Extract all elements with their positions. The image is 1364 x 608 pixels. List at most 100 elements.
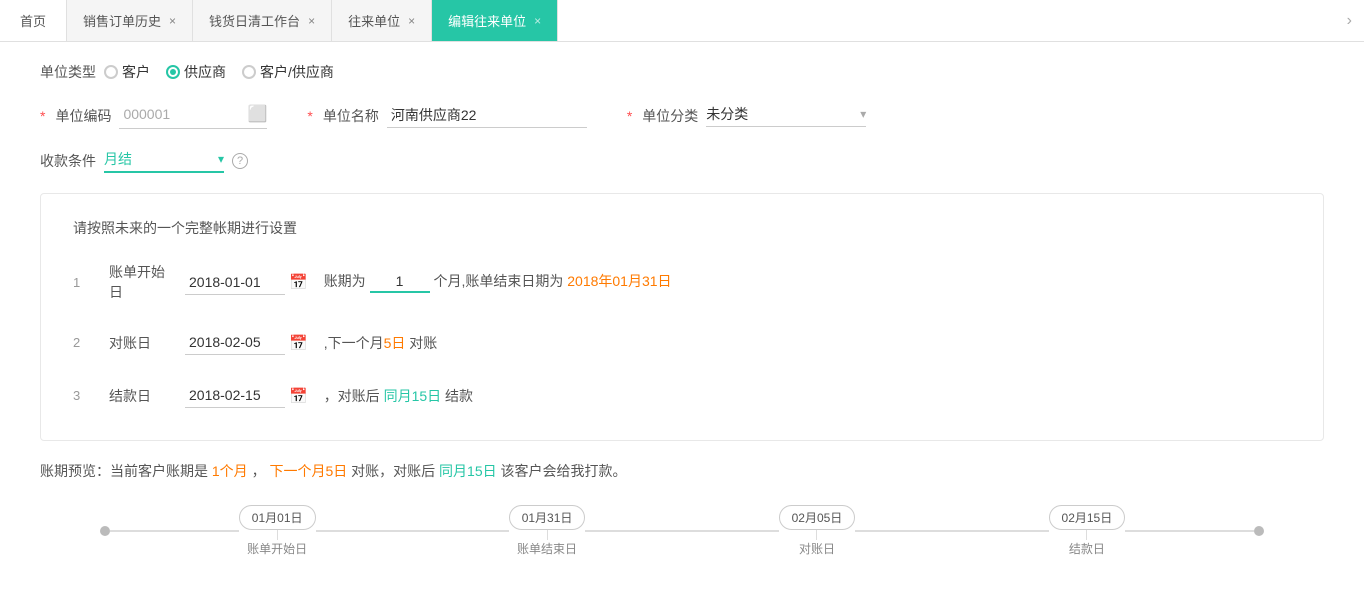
timeline-badge-2: 01月31日: [509, 505, 586, 530]
unit-code-copy-icon[interactable]: ⬜: [247, 104, 267, 124]
unit-category-label: 单位分类: [642, 106, 698, 126]
period-label-3: 结款日: [109, 386, 169, 406]
timeline-node-4: 02月15日 结款日: [1049, 505, 1126, 557]
unit-type-label: 单位类型: [40, 62, 96, 82]
timeline-badge-3: 02月05日: [779, 505, 856, 530]
period-preview-sep1: ，: [252, 463, 266, 479]
period-title: 请按照未来的一个完整帐期进行设置: [73, 218, 1291, 238]
period-end-date: 2018年01月31日: [567, 273, 671, 289]
timeline-node-3-vert: [816, 530, 817, 540]
unit-category-field: * 单位分类 未分类 ▾: [627, 104, 866, 127]
radio-customer-label: 客户: [122, 62, 150, 82]
period-label-2: 对账日: [109, 333, 169, 353]
period-date-1-wrapper: 📅: [185, 270, 308, 295]
tab-sales-history-close[interactable]: ×: [169, 14, 176, 28]
unit-code-label: 单位编码: [55, 106, 111, 126]
period-preview-sep2: 对账，对账后: [351, 463, 439, 479]
unit-category-value: 未分类: [706, 104, 860, 124]
tab-sales-history-label: 销售订单历史: [83, 11, 161, 30]
radio-both-label: 客户/供应商: [260, 62, 334, 82]
tab-edit-partner[interactable]: 编辑往来单位 ×: [432, 0, 558, 41]
radio-supplier-label: 供应商: [184, 62, 226, 82]
unit-category-select[interactable]: 未分类 ▾: [706, 104, 866, 127]
timeline-badge-4: 02月15日: [1049, 505, 1126, 530]
unit-name-label: 单位名称: [323, 106, 379, 126]
tab-bar: 首页 销售订单历史 × 钱货日清工作台 × 往来单位 × 编辑往来单位 × ›: [0, 0, 1364, 42]
tab-home-label: 首页: [20, 11, 46, 30]
timeline-line-3: [585, 530, 778, 532]
payment-field: 收款条件 月结 ▾ ?: [40, 149, 248, 173]
period-num-2: 2: [73, 335, 93, 350]
period-date-2-input[interactable]: [185, 330, 285, 355]
period-preview-part1: 1个月: [212, 463, 248, 479]
timeline-node-1: 01月01日 账单开始日: [239, 505, 316, 557]
unit-info-row: * 单位编码 ⬜ * 单位名称 * 单位分类 未分类 ▾: [40, 102, 1324, 129]
payment-select[interactable]: 月结 ▾: [104, 149, 224, 173]
period-row-1: 1 账单开始日 📅 账期为 个月,账单结束日期为 2018年01月31日: [73, 262, 1291, 302]
period-date-3-input[interactable]: [185, 383, 285, 408]
tab-partner-close[interactable]: ×: [408, 14, 415, 28]
unit-code-input-wrapper: ⬜: [119, 102, 267, 129]
radio-customer-circle: [104, 65, 118, 79]
unit-name-input[interactable]: [387, 103, 587, 128]
period-desc-1: 账期为 个月,账单结束日期为 2018年01月31日: [324, 271, 672, 293]
timeline-node-1-vert: [277, 530, 278, 540]
timeline-line-4: [855, 530, 1048, 532]
period-row-2: 2 对账日 📅 ,下一个月5日 对账: [73, 330, 1291, 355]
radio-customer[interactable]: 客户: [104, 62, 150, 82]
main-content: 单位类型 客户 供应商 客户/供应商 * 单位编码: [0, 42, 1364, 608]
timeline-line-5: [1125, 530, 1254, 532]
tab-sales-history[interactable]: 销售订单历史 ×: [67, 0, 193, 41]
period-desc-2: ,下一个月5日 对账: [324, 333, 438, 353]
period-date-2-wrapper: 📅: [185, 330, 308, 355]
tab-partner-label: 往来单位: [348, 11, 400, 30]
period-preview-part3: 同月15日: [439, 463, 497, 479]
timeline-node-4-vert: [1086, 530, 1087, 540]
tab-edit-partner-close[interactable]: ×: [534, 14, 541, 28]
period-num-3: 3: [73, 388, 93, 403]
period-date-3-calendar[interactable]: 📅: [289, 387, 308, 405]
unit-code-input[interactable]: [119, 102, 239, 126]
tab-cash-work-close[interactable]: ×: [308, 14, 315, 28]
tab-partner[interactable]: 往来单位 ×: [332, 0, 432, 41]
period-num-1: 1: [73, 275, 93, 290]
tab-cash-work-label: 钱货日清工作台: [209, 11, 300, 30]
timeline-node-2-vert: [547, 530, 548, 540]
timeline-start-dot: [100, 526, 110, 536]
period-date-1-input[interactable]: [185, 270, 285, 295]
period-date-2-calendar[interactable]: 📅: [289, 334, 308, 352]
radio-supplier[interactable]: 供应商: [166, 62, 226, 82]
period-preview-prefix: 账期预览：当前客户账期是: [40, 463, 212, 479]
period-date-1-calendar[interactable]: 📅: [289, 273, 308, 291]
payment-value: 月结: [104, 149, 218, 169]
period-after-date: 同月15日: [384, 388, 442, 404]
tab-expand-button[interactable]: ›: [1335, 12, 1364, 30]
payment-label: 收款条件: [40, 151, 96, 171]
period-preview: 账期预览：当前客户账期是 1个月 ， 下一个月5日 对账，对账后 同月15日 该…: [40, 461, 1324, 481]
unit-type-field: 单位类型 客户 供应商 客户/供应商: [40, 62, 334, 82]
period-desc-3: ，对账后 同月15日 结款: [324, 386, 473, 406]
tab-edit-partner-label: 编辑往来单位: [448, 11, 526, 30]
timeline-label-2: 账单结束日: [517, 540, 577, 557]
unit-name-field: * 单位名称: [307, 103, 586, 128]
timeline-line-1: [110, 530, 239, 532]
unit-name-star: *: [307, 108, 312, 124]
timeline-label-3: 对账日: [799, 540, 835, 557]
timeline-end-dot: [1254, 526, 1264, 536]
unit-category-star: *: [627, 108, 632, 124]
timeline-wrapper: 01月01日 账单开始日 01月31日 账单结束日 02月05日 对账日 02月…: [40, 505, 1324, 557]
period-date-3-wrapper: 📅: [185, 383, 308, 408]
timeline-label-1: 账单开始日: [247, 540, 307, 557]
payment-help-icon[interactable]: ?: [232, 153, 248, 169]
radio-both-circle: [242, 65, 256, 79]
unit-code-star: *: [40, 108, 45, 124]
tab-home[interactable]: 首页: [0, 0, 67, 41]
tab-cash-work[interactable]: 钱货日清工作台 ×: [193, 0, 332, 41]
unit-type-row: 单位类型 客户 供应商 客户/供应商: [40, 62, 1324, 82]
timeline-line-2: [316, 530, 509, 532]
period-preview-suffix: 该客户会给我打款。: [501, 463, 627, 479]
period-month-input[interactable]: [370, 271, 430, 293]
radio-both[interactable]: 客户/供应商: [242, 62, 334, 82]
period-box: 请按照未来的一个完整帐期进行设置 1 账单开始日 📅 账期为 个月,账单结束日期…: [40, 193, 1324, 441]
timeline-badge-1: 01月01日: [239, 505, 316, 530]
